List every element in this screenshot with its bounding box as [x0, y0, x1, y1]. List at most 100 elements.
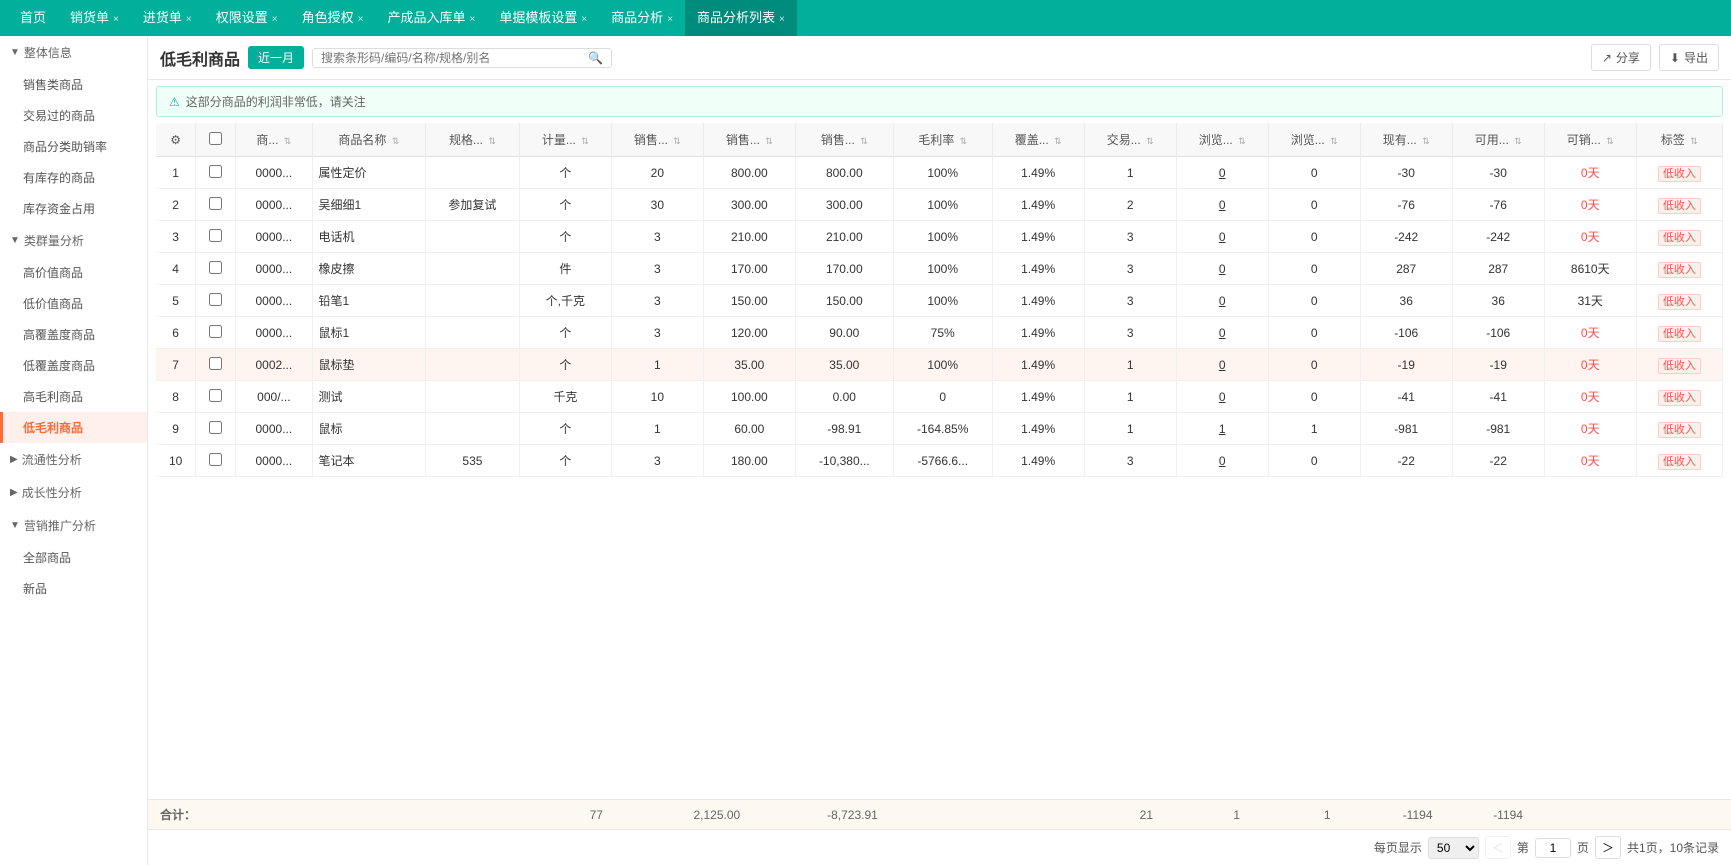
- sidebar-group-整体信息[interactable]: ▼整体信息: [0, 36, 147, 69]
- row-checkbox[interactable]: [196, 285, 236, 317]
- sidebar-item-商品分类助销率[interactable]: 商品分类助销率: [0, 131, 147, 162]
- browse1-link[interactable]: 0: [1219, 326, 1226, 340]
- prev-page-button[interactable]: ＜: [1485, 836, 1511, 859]
- sidebar-item-低价值商品[interactable]: 低价值商品: [0, 288, 147, 319]
- nav-close-产成品入库单[interactable]: ×: [469, 14, 475, 25]
- row-select-checkbox[interactable]: [209, 261, 222, 274]
- page-size-select[interactable]: 50 10 20 100: [1428, 837, 1479, 859]
- sidebar-item-销售类商品[interactable]: 销售类商品: [0, 69, 147, 100]
- col-sales-price[interactable]: 销售... ⇅: [703, 123, 795, 157]
- browse1-link[interactable]: 0: [1219, 390, 1226, 404]
- export-button[interactable]: ⬇ 导出: [1659, 44, 1719, 71]
- next-page-button[interactable]: ＞: [1595, 836, 1621, 859]
- nav-close-单据模板设置[interactable]: ×: [581, 14, 587, 25]
- table-container[interactable]: ⚙ 商... ⇅ 商品名称 ⇅ 规格... ⇅ 计量... ⇅ 销售... ⇅ …: [148, 123, 1731, 799]
- row-browse1[interactable]: 0: [1176, 221, 1268, 253]
- row-browse1[interactable]: 0: [1176, 285, 1268, 317]
- col-unit[interactable]: 计量... ⇅: [519, 123, 611, 157]
- row-select-checkbox[interactable]: [209, 389, 222, 402]
- nav-item-商品分析[interactable]: 商品分析×: [599, 0, 685, 36]
- col-settings[interactable]: ⚙: [156, 123, 196, 157]
- row-browse1[interactable]: 1: [1176, 413, 1268, 445]
- col-sales-qty[interactable]: 销售... ⇅: [611, 123, 703, 157]
- nav-close-商品分析列表[interactable]: ×: [779, 14, 785, 25]
- col-browse2[interactable]: 浏览... ⇅: [1268, 123, 1360, 157]
- row-select-checkbox[interactable]: [209, 421, 222, 434]
- sidebar-item-低覆盖度商品[interactable]: 低覆盖度商品: [0, 350, 147, 381]
- row-browse1[interactable]: 0: [1176, 189, 1268, 221]
- nav-item-权限设置[interactable]: 权限设置×: [204, 0, 290, 36]
- col-cover-rate[interactable]: 覆盖... ⇅: [992, 123, 1084, 157]
- row-select-checkbox[interactable]: [209, 453, 222, 466]
- search-input[interactable]: [321, 51, 588, 65]
- nav-item-产成品入库单[interactable]: 产成品入库单×: [375, 0, 487, 36]
- nav-item-首页[interactable]: 首页: [8, 0, 58, 36]
- share-button[interactable]: ↗ 分享: [1591, 44, 1651, 71]
- nav-item-单据模板设置[interactable]: 单据模板设置×: [487, 0, 599, 36]
- col-code[interactable]: 商... ⇅: [236, 123, 312, 157]
- row-select-checkbox[interactable]: [209, 293, 222, 306]
- col-spec[interactable]: 规格... ⇅: [426, 123, 520, 157]
- col-tag[interactable]: 标签 ⇅: [1636, 123, 1722, 157]
- col-available[interactable]: 可用... ⇅: [1452, 123, 1544, 157]
- nav-item-销货单[interactable]: 销货单×: [58, 0, 131, 36]
- sidebar-item-交易过的商品[interactable]: 交易过的商品: [0, 100, 147, 131]
- row-select-checkbox[interactable]: [209, 357, 222, 370]
- sidebar-group-流通性分析[interactable]: ▶流通性分析: [0, 443, 147, 476]
- row-checkbox[interactable]: [196, 253, 236, 285]
- browse1-link[interactable]: 0: [1219, 166, 1226, 180]
- row-select-checkbox[interactable]: [209, 165, 222, 178]
- browse1-link[interactable]: 0: [1219, 454, 1226, 468]
- sidebar-item-高价值商品[interactable]: 高价值商品: [0, 257, 147, 288]
- col-trade[interactable]: 交易... ⇅: [1084, 123, 1176, 157]
- sidebar-item-高毛利商品[interactable]: 高毛利商品: [0, 381, 147, 412]
- sidebar-item-有库存的商品[interactable]: 有库存的商品: [0, 162, 147, 193]
- row-checkbox[interactable]: [196, 381, 236, 413]
- row-checkbox[interactable]: [196, 445, 236, 477]
- sidebar-item-高覆盖度商品[interactable]: 高覆盖度商品: [0, 319, 147, 350]
- nav-close-商品分析[interactable]: ×: [667, 14, 673, 25]
- page-number-input[interactable]: [1535, 838, 1571, 858]
- nav-close-权限设置[interactable]: ×: [272, 14, 278, 25]
- sidebar-group-类群量分析[interactable]: ▼类群量分析: [0, 224, 147, 257]
- row-select-checkbox[interactable]: [209, 229, 222, 242]
- row-browse1[interactable]: 0: [1176, 445, 1268, 477]
- row-browse1[interactable]: 0: [1176, 381, 1268, 413]
- sidebar-group-营销推广分析[interactable]: ▼营销推广分析: [0, 509, 147, 542]
- col-current[interactable]: 现有... ⇅: [1360, 123, 1452, 157]
- search-icon[interactable]: 🔍: [588, 51, 603, 65]
- row-checkbox[interactable]: [196, 349, 236, 381]
- nav-item-角色授权[interactable]: 角色授权×: [290, 0, 376, 36]
- row-select-checkbox[interactable]: [209, 197, 222, 210]
- browse1-link[interactable]: 0: [1219, 262, 1226, 276]
- nav-item-商品分析列表[interactable]: 商品分析列表×: [685, 0, 797, 36]
- row-checkbox[interactable]: [196, 317, 236, 349]
- col-gross-rate[interactable]: 毛利率 ⇅: [893, 123, 992, 157]
- browse1-link[interactable]: 1: [1219, 422, 1226, 436]
- row-browse1[interactable]: 0: [1176, 317, 1268, 349]
- row-select-checkbox[interactable]: [209, 325, 222, 338]
- col-sellable[interactable]: 可销... ⇅: [1544, 123, 1636, 157]
- row-browse1[interactable]: 0: [1176, 349, 1268, 381]
- browse1-link[interactable]: 0: [1219, 230, 1226, 244]
- nav-close-销货单[interactable]: ×: [113, 14, 119, 25]
- sidebar-item-低毛利商品[interactable]: 低毛利商品: [0, 412, 147, 443]
- sidebar-item-新品[interactable]: 新品: [0, 573, 147, 604]
- sidebar-group-成长性分析[interactable]: ▶成长性分析: [0, 476, 147, 509]
- nav-item-进货单[interactable]: 进货单×: [131, 0, 204, 36]
- browse1-link[interactable]: 0: [1219, 294, 1226, 308]
- nav-close-进货单[interactable]: ×: [186, 14, 192, 25]
- browse1-link[interactable]: 0: [1219, 198, 1226, 212]
- row-browse1[interactable]: 0: [1176, 253, 1268, 285]
- sidebar-item-库存资金占用[interactable]: 库存资金占用: [0, 193, 147, 224]
- sidebar-item-全部商品[interactable]: 全部商品: [0, 542, 147, 573]
- browse1-link[interactable]: 0: [1219, 358, 1226, 372]
- select-all-checkbox[interactable]: [209, 132, 222, 145]
- row-checkbox[interactable]: [196, 157, 236, 189]
- row-checkbox[interactable]: [196, 413, 236, 445]
- row-checkbox[interactable]: [196, 189, 236, 221]
- row-browse1[interactable]: 0: [1176, 157, 1268, 189]
- col-browse1[interactable]: 浏览... ⇅: [1176, 123, 1268, 157]
- nav-close-角色授权[interactable]: ×: [358, 14, 364, 25]
- tab-recent-month[interactable]: 近一月: [248, 46, 304, 69]
